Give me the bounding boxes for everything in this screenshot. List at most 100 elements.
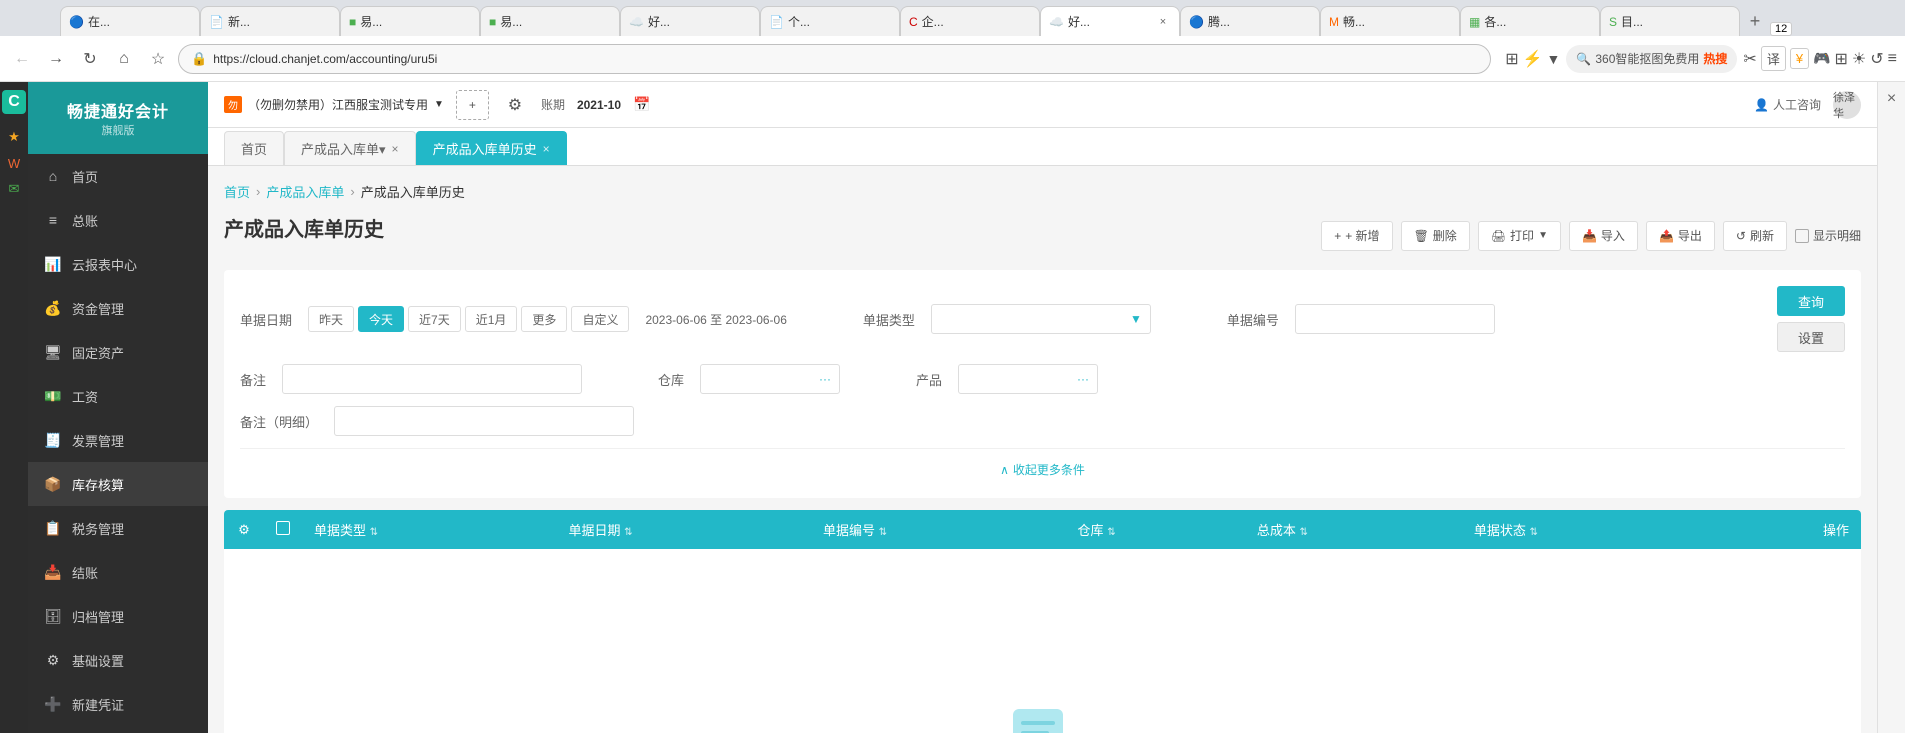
sidebar-item-checkout[interactable]: 📥 结账 <box>28 550 208 594</box>
import-button[interactable]: 📥 导入 <box>1569 221 1638 251</box>
home-sidebar-icon: ⌂ <box>44 168 62 184</box>
right-panel-close-button[interactable]: × <box>1887 90 1896 108</box>
sidebar-item-funds[interactable]: 💰 资金管理 <box>28 286 208 330</box>
sidebar-icon-weibo[interactable]: W <box>3 152 25 174</box>
home-button[interactable]: ⌂ <box>110 45 138 73</box>
sidebar-item-tax[interactable]: 📋 税务管理 <box>28 506 208 550</box>
data-table-wrap: ⚙ 单据类型 ⇅ 单据日期 <box>224 510 1861 733</box>
address-bar[interactable]: 🔒 https://cloud.chanjet.com/accounting/u… <box>178 44 1491 74</box>
tab-6[interactable]: 📄 个... <box>760 6 900 36</box>
sidebar-item-home[interactable]: ⌂ 首页 <box>28 154 208 198</box>
select-all-checkbox[interactable] <box>276 521 290 535</box>
table-gear-icon[interactable]: ⚙ <box>238 522 250 537</box>
settings-gear-button[interactable]: ⚙ <box>501 91 529 119</box>
sidebar-item-inventory[interactable]: 📦 库存核算 <box>28 462 208 506</box>
dropdown-icon[interactable]: ▼ <box>1547 51 1561 67</box>
tab-11[interactable]: ▦ 各... <box>1460 6 1600 36</box>
tab-3[interactable]: ■ 易... <box>340 6 480 36</box>
page-tabs: 首页 产成品入库单▾ × 产成品入库单历史 × <box>208 128 1877 166</box>
refresh-button[interactable]: ↻ <box>76 45 104 73</box>
tab-10[interactable]: M 畅... <box>1320 6 1460 36</box>
sidebar-label-home: 首页 <box>72 167 98 186</box>
user-avatar[interactable]: 徐泽华 <box>1833 91 1861 119</box>
date-filter-buttons: 昨天 今天 近7天 近1月 更多 自定义 <box>308 306 629 332</box>
print-button[interactable]: 🖨 打印 ▼ <box>1478 221 1561 251</box>
forward-button[interactable]: → <box>42 45 70 73</box>
tab-5[interactable]: ☁️ 好... <box>620 6 760 36</box>
company-select[interactable]: 勿 （勿删勿禁用）江西服宝测试专用 ▼ <box>224 96 444 113</box>
tab-12[interactable]: S 目... <box>1600 6 1740 36</box>
add-company-button[interactable]: + <box>456 90 489 120</box>
tab-4[interactable]: ■ 易... <box>480 6 620 36</box>
date-btn-7days[interactable]: 近7天 <box>408 306 461 332</box>
delete-button[interactable]: 🗑 删除 <box>1401 221 1470 251</box>
warehouse-filter-label: 仓库 <box>658 370 684 389</box>
show-detail-checkbox[interactable] <box>1795 229 1809 243</box>
filter-settings-button[interactable]: 设置 <box>1777 322 1845 352</box>
new-tab-button[interactable]: + <box>1740 6 1770 36</box>
sidebar-item-salary[interactable]: 💵 工资 <box>28 374 208 418</box>
th-type[interactable]: 单据类型 ⇅ <box>302 510 557 549</box>
remark-filter-input[interactable] <box>282 364 582 394</box>
th-warehouse[interactable]: 仓库 ⇅ <box>1066 510 1245 549</box>
collapse-button[interactable]: ∧ 收起更多条件 <box>240 457 1845 482</box>
breadcrumb-home[interactable]: 首页 <box>224 182 250 201</box>
calendar-icon[interactable]: 📅 <box>633 96 650 113</box>
page-tab-home[interactable]: 首页 <box>224 131 284 165</box>
th-gear[interactable]: ⚙ <box>224 510 264 549</box>
date-btn-more[interactable]: 更多 <box>521 306 567 332</box>
tab-7[interactable]: C 企... <box>900 6 1040 36</box>
tab-5-icon: ☁️ <box>629 15 644 29</box>
bookmark-button[interactable]: ☆ <box>144 45 172 73</box>
date-btn-today[interactable]: 今天 <box>358 306 404 332</box>
back-button[interactable]: ← <box>8 45 36 73</box>
refresh-icon: ↺ <box>1736 229 1746 243</box>
add-button[interactable]: + + 新增 <box>1321 221 1392 251</box>
tab-8-close[interactable]: × <box>1155 14 1171 30</box>
type-filter-select[interactable]: ▼ <box>931 304 1151 334</box>
date-btn-custom[interactable]: 自定义 <box>571 306 629 332</box>
export-button[interactable]: 📤 导出 <box>1646 221 1715 251</box>
page-tab-list-close[interactable]: × <box>392 142 399 156</box>
tab-1[interactable]: 🔵 在... <box>60 6 200 36</box>
browser-tab-bar: 🔵 在... 📄 新... ■ 易... ■ 易... ☁️ 好... 📄 个.… <box>0 0 1905 36</box>
sort-status-icon: ⇅ <box>1529 527 1537 538</box>
tab-8[interactable]: ☁️ 好... × <box>1040 6 1180 36</box>
warehouse-filter-select[interactable]: ··· <box>700 364 840 394</box>
detail-remark-filter-input[interactable] <box>334 406 634 436</box>
query-button[interactable]: 查询 <box>1777 286 1845 316</box>
date-filter-label: 单据日期 <box>240 310 292 329</box>
date-btn-1month[interactable]: 近1月 <box>465 306 518 332</box>
sidebar-icon-mail[interactable]: ✉ <box>3 178 25 200</box>
th-number[interactable]: 单据编号 ⇅ <box>811 510 1066 549</box>
sidebar-item-assets[interactable]: 🖥 固定资产 <box>28 330 208 374</box>
page-tab-history[interactable]: 产成品入库单历史 × <box>416 131 567 165</box>
page-tab-history-close[interactable]: × <box>543 142 550 156</box>
th-status[interactable]: 单据状态 ⇅ <box>1462 510 1717 549</box>
search-bar[interactable]: 🔍 360智能抠图免费用 热搜 <box>1566 45 1737 73</box>
sidebar-item-archive[interactable]: 🗄 归档管理 <box>28 594 208 638</box>
th-checkbox[interactable] <box>264 510 302 549</box>
page-tab-list[interactable]: 产成品入库单▾ × <box>284 131 416 165</box>
refresh-toolbar-button[interactable]: ↺ 刷新 <box>1723 221 1787 251</box>
sidebar-item-reports[interactable]: 📊 云报表中心 <box>28 242 208 286</box>
nav-tools: ✂ 译 ¥ 🎮 ⊞ ☀ ↺ ≡ <box>1743 46 1897 71</box>
tab-6-label: 个... <box>788 13 810 30</box>
type-filter-label: 单据类型 <box>863 310 915 329</box>
show-detail-toggle[interactable]: 显示明细 <box>1795 227 1861 244</box>
sidebar-item-ledger[interactable]: ≡ 总账 <box>28 198 208 242</box>
app-logo-icon[interactable]: C <box>2 90 26 114</box>
date-btn-yesterday[interactable]: 昨天 <box>308 306 354 332</box>
sidebar-item-newbill[interactable]: ➕ 新建凭证 <box>28 682 208 726</box>
th-cost[interactable]: 总成本 ⇅ <box>1245 510 1462 549</box>
sidebar-item-invoice[interactable]: 🧾 发票管理 <box>28 418 208 462</box>
th-date[interactable]: 单据日期 ⇅ <box>557 510 812 549</box>
tab-9[interactable]: 🔵 腾... <box>1180 6 1320 36</box>
user-service[interactable]: 👤 人工咨询 <box>1754 96 1821 113</box>
sidebar-icon-star[interactable]: ★ <box>3 126 25 148</box>
sidebar-item-basic[interactable]: ⚙ 基础设置 <box>28 638 208 682</box>
product-filter-select[interactable]: ··· <box>958 364 1098 394</box>
tab-2[interactable]: 📄 新... <box>200 6 340 36</box>
number-filter-input[interactable] <box>1295 304 1495 334</box>
breadcrumb-parent[interactable]: 产成品入库单 <box>266 182 344 201</box>
